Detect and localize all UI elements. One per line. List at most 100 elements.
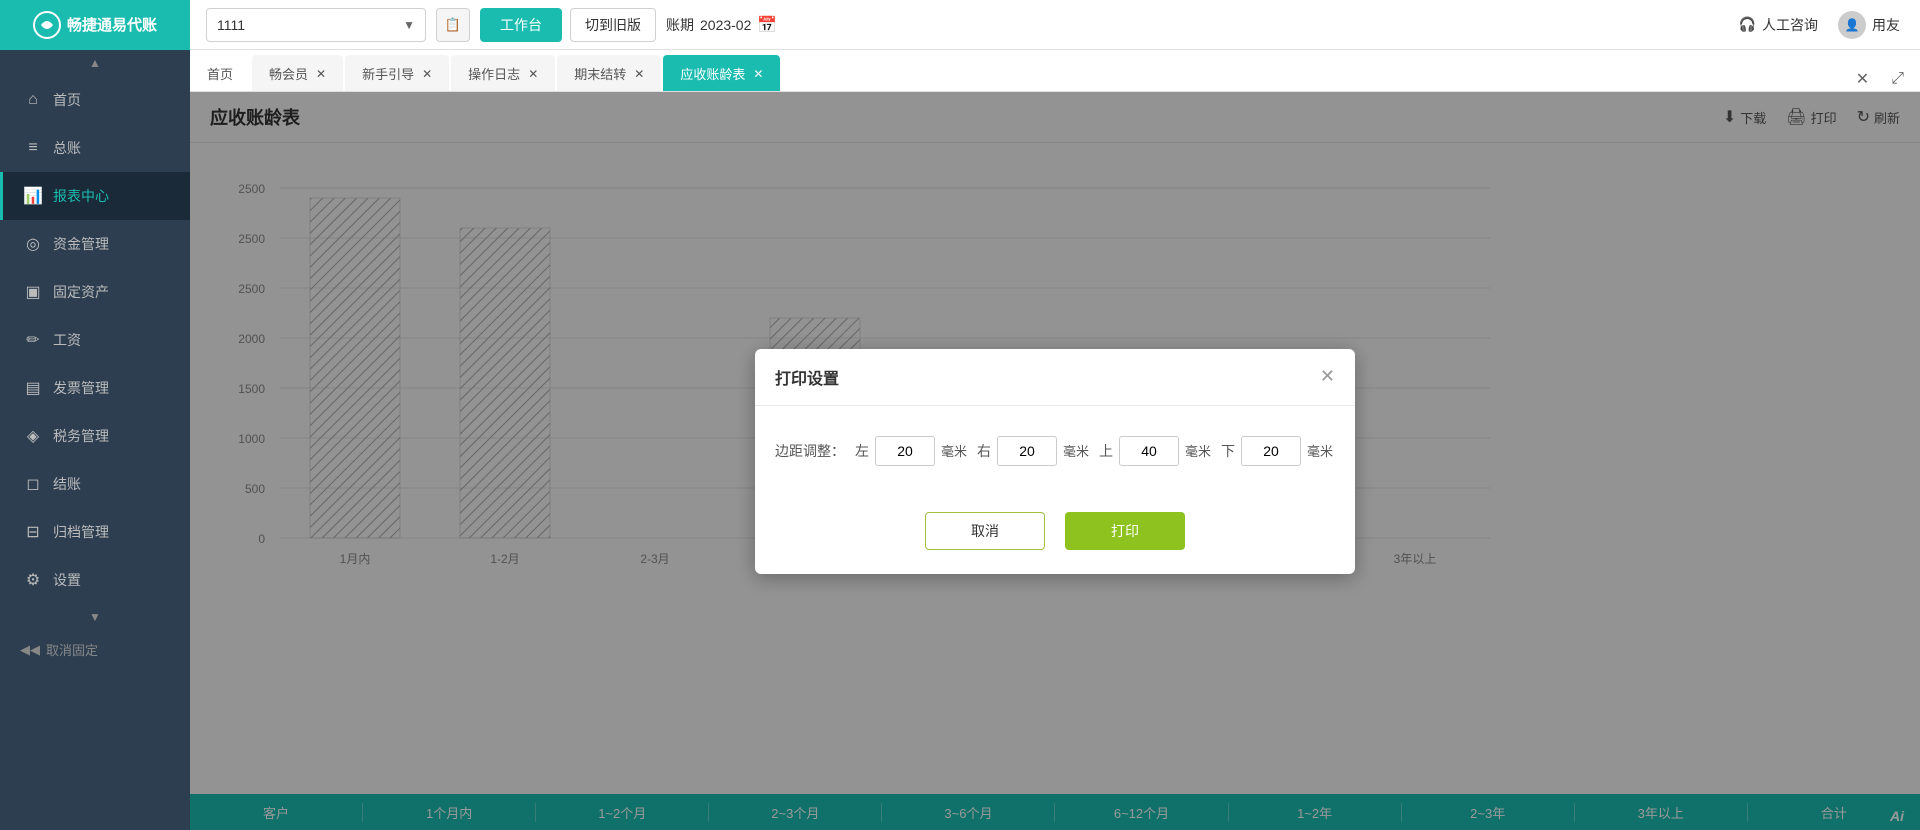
bottom-label: 下 [1221, 441, 1235, 461]
report-icon: 📊 [23, 186, 43, 206]
avatar-icon: 👤 [1845, 18, 1860, 32]
top-unit: 毫米 [1185, 441, 1211, 460]
sidebar-item-invoice[interactable]: ▤ 发票管理 [0, 364, 190, 412]
user-label: 用友 [1872, 15, 1900, 35]
sidebar-label-ledger: 总账 [53, 138, 81, 158]
page-inner: 应收账龄表 ⬇ 下载 🖨 打印 ↻ 刷新 [190, 92, 1920, 830]
modal-title: 打印设置 [775, 365, 839, 389]
modal-overlay: 打印设置 ✕ 边距调整： 左 毫米 [190, 92, 1920, 830]
sidebar-item-fixed-asset[interactable]: ▣ 固定资产 [0, 268, 190, 316]
tab-aging[interactable]: 应收账龄表 ✕ [663, 55, 780, 91]
tab-bar: 首页 畅会员 ✕ 新手引导 ✕ 操作日志 ✕ 期末结转 ✕ 应收账龄表 ✕ [190, 50, 1920, 92]
sidebar-scroll-down[interactable]: ▼ [0, 604, 190, 630]
calendar-icon-btn[interactable]: 📋 [436, 8, 470, 42]
tab-home-label: 首页 [207, 64, 233, 83]
tab-oplog-close[interactable]: ✕ [528, 67, 538, 81]
sidebar-item-report[interactable]: 📊 报表中心 [0, 172, 190, 220]
tab-aging-close[interactable]: ✕ [753, 67, 763, 81]
header-right: 🎧 人工咨询 👤 用友 [1739, 11, 1920, 39]
cancel-fixed-label: 取消固定 [46, 640, 98, 659]
user-area[interactable]: 👤 用友 [1838, 11, 1900, 39]
sidebar-label-settings: 设置 [53, 570, 81, 590]
content-area: 首页 畅会员 ✕ 新手引导 ✕ 操作日志 ✕ 期末结转 ✕ 应收账龄表 ✕ [190, 50, 1920, 830]
bottom-margin-input[interactable] [1241, 436, 1301, 466]
sidebar-label-settlement: 结账 [53, 474, 81, 494]
dropdown-arrow-icon: ▼ [403, 18, 415, 32]
tab-period-end-label: 期末结转 [574, 64, 626, 83]
tab-home[interactable]: 首页 [190, 55, 250, 91]
tab-bar-expand-button[interactable]: ⤢ [1885, 68, 1910, 90]
page-content: 应收账龄表 ⬇ 下载 🖨 打印 ↻ 刷新 [190, 92, 1920, 830]
margin-adjust-label: 边距调整： [775, 441, 845, 461]
consultant-label: 人工咨询 [1762, 15, 1818, 35]
sidebar-item-ledger[interactable]: ≡ 总账 [0, 124, 190, 172]
fund-icon: ◎ [23, 234, 43, 254]
right-margin-group: 右 毫米 [977, 436, 1089, 466]
sidebar-item-payroll[interactable]: ✏ 工资 [0, 316, 190, 364]
period-text: 账期 [666, 15, 694, 35]
tab-oplog[interactable]: 操作日志 ✕ [451, 55, 555, 91]
sidebar-label-fund: 资金管理 [53, 234, 109, 254]
cancel-button[interactable]: 取消 [925, 512, 1045, 550]
top-margin-input[interactable] [1119, 436, 1179, 466]
tab-member[interactable]: 畅会员 ✕ [252, 55, 343, 91]
cancel-fixed-button[interactable]: ◀◀ 取消固定 [0, 630, 190, 669]
settings-icon: ⚙ [23, 570, 43, 590]
fixed-asset-icon: ▣ [23, 282, 43, 302]
left-margin-group: 左 毫米 [855, 436, 967, 466]
switch-old-button[interactable]: 切到旧版 [570, 8, 656, 42]
sidebar-label-invoice: 发票管理 [53, 378, 109, 398]
print-confirm-button[interactable]: 打印 [1065, 512, 1185, 550]
sidebar-label-fixed-asset: 固定资产 [53, 282, 109, 302]
company-name: 1111 [217, 17, 395, 33]
avatar: 👤 [1838, 11, 1866, 39]
left-label: 左 [855, 441, 869, 461]
modal-header: 打印设置 ✕ [755, 349, 1355, 406]
tab-period-end[interactable]: 期末结转 ✕ [557, 55, 661, 91]
company-selector[interactable]: 1111 ▼ [206, 8, 426, 42]
sidebar-item-settlement[interactable]: ◻ 结账 [0, 460, 190, 508]
tab-member-close[interactable]: ✕ [316, 67, 326, 81]
period-calendar-icon[interactable]: 📅 [757, 15, 777, 35]
sidebar-item-fund[interactable]: ◎ 资金管理 [0, 220, 190, 268]
invoice-icon: ▤ [23, 378, 43, 398]
cancel-fixed-icon: ◀◀ [20, 642, 40, 658]
sidebar-item-settings[interactable]: ⚙ 设置 [0, 556, 190, 604]
tab-member-label: 畅会员 [269, 64, 308, 83]
tab-guide-close[interactable]: ✕ [422, 67, 432, 81]
sidebar-scroll-up[interactable]: ▲ [0, 50, 190, 76]
consultant-button[interactable]: 🎧 人工咨询 [1739, 15, 1818, 35]
tab-period-end-close[interactable]: ✕ [634, 67, 644, 81]
right-label: 右 [977, 441, 991, 461]
print-settings-modal: 打印设置 ✕ 边距调整： 左 毫米 [755, 349, 1355, 574]
sidebar-label-payroll: 工资 [53, 330, 81, 350]
logo-text: 畅捷通易代账 [67, 14, 157, 35]
right-margin-input[interactable] [997, 436, 1057, 466]
sidebar-item-home[interactable]: ⌂ 首页 [0, 76, 190, 124]
modal-footer: 取消 打印 [755, 496, 1355, 574]
sidebar: ▲ ⌂ 首页 ≡ 总账 📊 报表中心 ◎ 资金管理 ▣ 固定资产 ✏ 工资 ▤ … [0, 50, 190, 830]
bottom-unit: 毫米 [1307, 441, 1333, 460]
top-margin-group: 上 毫米 [1099, 436, 1211, 466]
period-label: 账期 2023-02 📅 [666, 15, 777, 35]
modal-close-button[interactable]: ✕ [1320, 366, 1335, 387]
tab-bar-close-button[interactable]: ✕ [1850, 67, 1875, 91]
left-margin-input[interactable] [875, 436, 935, 466]
tab-oplog-label: 操作日志 [468, 64, 520, 83]
modal-body: 边距调整： 左 毫米 右 毫米 [755, 406, 1355, 496]
tab-bar-right: ✕ ⤢ [1850, 67, 1920, 91]
sidebar-item-archive[interactable]: ⊟ 归档管理 [0, 508, 190, 556]
calendar-icon: 📋 [445, 17, 461, 33]
sidebar-label-archive: 归档管理 [53, 522, 109, 542]
archive-icon: ⊟ [23, 522, 43, 542]
top-label: 上 [1099, 441, 1113, 461]
logo-area: 畅捷通易代账 [0, 0, 190, 50]
tab-guide[interactable]: 新手引导 ✕ [345, 55, 449, 91]
workbench-button[interactable]: 工作台 [480, 8, 562, 42]
tab-aging-label: 应收账龄表 [680, 64, 745, 83]
main-layout: ▲ ⌂ 首页 ≡ 总账 📊 报表中心 ◎ 资金管理 ▣ 固定资产 ✏ 工资 ▤ … [0, 50, 1920, 830]
ledger-icon: ≡ [23, 139, 43, 157]
sidebar-item-tax[interactable]: ◈ 税务管理 [0, 412, 190, 460]
margin-row: 边距调整： 左 毫米 右 毫米 [775, 436, 1335, 466]
period-value: 2023-02 [700, 17, 751, 33]
